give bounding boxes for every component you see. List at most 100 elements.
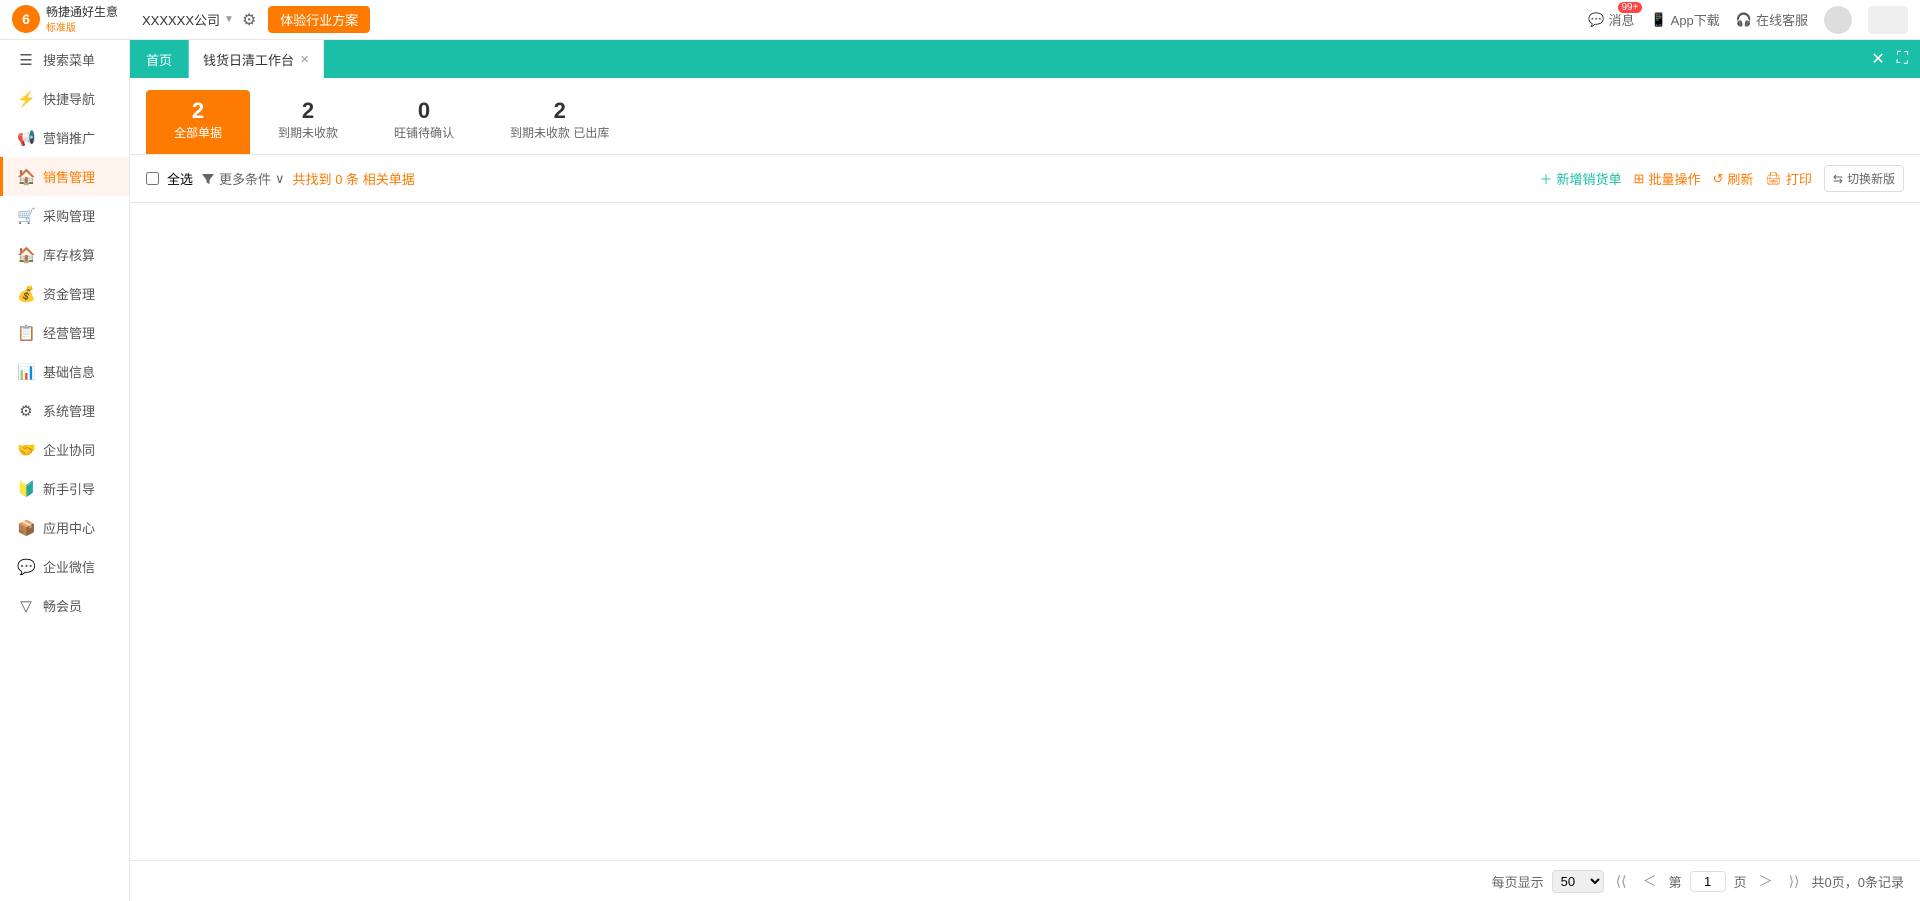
stat-count-shipped: 2 <box>510 98 609 124</box>
sidebar-item-sales[interactable]: 🏠 销售管理 <box>0 157 129 196</box>
user-name[interactable] <box>1868 6 1908 34</box>
refresh-icon: ↺ <box>1712 171 1723 187</box>
sidebar-item-app-center[interactable]: 📦 应用中心 <box>0 508 129 547</box>
page-suffix: 页 <box>1734 872 1747 891</box>
filter-icon <box>201 172 215 186</box>
sidebar-item-capital[interactable]: 💰 资金管理 <box>0 274 129 313</box>
stat-tab-pending[interactable]: 0 旺铺待确认 <box>366 90 482 154</box>
add-label: 新增销货单 <box>1557 169 1622 188</box>
refresh-button[interactable]: ↺ 刷新 <box>1712 169 1753 188</box>
online-service-button[interactable]: 🎧 在线客服 <box>1736 10 1808 29</box>
app-download-button[interactable]: 📱 App下载 <box>1650 10 1719 29</box>
stat-label-pending: 旺铺待确认 <box>394 126 454 140</box>
operations-icon: 📋 <box>17 324 35 342</box>
sales-icon: 🏠 <box>17 168 35 186</box>
sidebar-item-label: 营销推广 <box>43 128 95 147</box>
sidebar-item-enterprise[interactable]: 🤝 企业协同 <box>0 430 129 469</box>
stat-label-shipped: 到期未收款 已出库 <box>510 126 609 140</box>
expand-icon[interactable]: ⛶ <box>1893 46 1912 72</box>
logo: 6 畅捷通好生意 标准版 <box>12 5 142 34</box>
trial-button[interactable]: 体验行业方案 <box>268 6 370 33</box>
page-size-select[interactable]: 50 10 20 100 <box>1552 870 1604 893</box>
main-content: 2 全部单据 2 到期未收款 0 旺铺待确认 2 到期未收款 已出库 全选 更多… <box>130 78 1920 901</box>
sidebar-item-system[interactable]: ⚙ 系统管理 <box>0 391 129 430</box>
sidebar-item-member[interactable]: ▽ 畅会员 <box>0 586 129 625</box>
print-button[interactable]: 🖨 打印 <box>1765 169 1812 188</box>
related-label: 相关单据 <box>363 172 415 187</box>
pagination: 每页显示 50 10 20 100 ⟨⟨ ＜ 第 页 ＞ ⟩⟩ 共0页，0条记录 <box>130 860 1920 901</box>
stats-tabs: 2 全部单据 2 到期未收款 0 旺铺待确认 2 到期未收款 已出库 <box>130 78 1920 155</box>
add-order-button[interactable]: ＋ 新增销货单 <box>1540 169 1622 188</box>
toolbar-right: ＋ 新增销货单 ⊞ 批量操作 ↺ 刷新 🖨 打印 ⇆ 切换新版 <box>1540 165 1904 192</box>
stat-label-overdue: 到期未收款 <box>278 126 338 140</box>
messages-button[interactable]: 💬 消息 99+ <box>1588 10 1634 29</box>
stat-count-all: 2 <box>174 98 222 124</box>
tab-close-icon[interactable]: ✕ <box>300 53 309 66</box>
sidebar-item-basic-info[interactable]: 📊 基础信息 <box>0 352 129 391</box>
found-count: 共找到 0 条 相关单据 <box>293 169 415 188</box>
filter-button[interactable]: 更多条件 ∨ <box>201 169 285 188</box>
found-number: 0 <box>335 172 342 187</box>
page-input[interactable] <box>1690 871 1726 892</box>
guide-icon: 🔰 <box>17 480 35 498</box>
first-page-button[interactable]: ⟨⟨ <box>1612 871 1631 892</box>
next-page-button[interactable]: ＞ <box>1755 869 1777 893</box>
switch-version-button[interactable]: ⇆ 切换新版 <box>1824 165 1904 192</box>
basic-info-icon: 📊 <box>17 363 35 381</box>
tab-workbench[interactable]: 钱货日清工作台 ✕ <box>189 40 324 78</box>
sidebar-item-wechat[interactable]: 💬 企业微信 <box>0 547 129 586</box>
sidebar-item-label: 系统管理 <box>43 401 95 420</box>
search-menu-icon: ☰ <box>17 51 35 69</box>
stat-label-all: 全部单据 <box>174 126 222 140</box>
sidebar-item-label: 企业协同 <box>43 440 95 459</box>
service-icon: 🎧 <box>1736 12 1752 28</box>
wechat-icon: 💬 <box>17 558 35 576</box>
settings-icon[interactable]: ⚙ <box>242 10 256 30</box>
stat-tab-shipped[interactable]: 2 到期未收款 已出库 <box>482 90 637 154</box>
message-icon: 💬 <box>1588 12 1604 28</box>
sidebar-item-label: 快捷导航 <box>43 89 95 108</box>
tab-bar: 首页 钱货日清工作台 ✕ ✕ ⛶ <box>130 40 1920 78</box>
stat-count-pending: 0 <box>394 98 454 124</box>
sidebar-item-label: 畅会员 <box>43 596 82 615</box>
sidebar-item-quick-nav[interactable]: ⚡ 快捷导航 <box>0 79 129 118</box>
batch-button[interactable]: ⊞ 批量操作 <box>1634 169 1701 188</box>
prev-page-button[interactable]: ＜ <box>1639 869 1661 893</box>
stat-count-overdue: 2 <box>278 98 338 124</box>
company-selector[interactable]: XXXXXX公司 ▼ <box>142 10 234 29</box>
tab-home[interactable]: 首页 <box>130 40 189 78</box>
batch-label: 批量操作 <box>1648 169 1700 188</box>
sidebar-item-label: 经营管理 <box>43 323 95 342</box>
last-page-button[interactable]: ⟩⟩ <box>1785 871 1804 892</box>
tab-label: 钱货日清工作台 <box>203 50 294 69</box>
toolbar: 全选 更多条件 ∨ 共找到 0 条 相关单据 ＋ 新增销货单 ⊞ 批量操作 <box>130 155 1920 203</box>
app-label: App下载 <box>1671 10 1720 29</box>
sidebar-item-operations[interactable]: 📋 经营管理 <box>0 313 129 352</box>
sidebar-item-marketing[interactable]: 📢 营销推广 <box>0 118 129 157</box>
sidebar-item-label: 应用中心 <box>43 518 95 537</box>
top-bar: 6 畅捷通好生意 标准版 XXXXXX公司 ▼ ⚙ 体验行业方案 💬 消息 99… <box>0 0 1920 40</box>
sidebar-item-inventory[interactable]: 🏠 库存核算 <box>0 235 129 274</box>
switch-icon: ⇆ <box>1833 172 1843 186</box>
stat-tab-all[interactable]: 2 全部单据 <box>146 90 250 154</box>
system-icon: ⚙ <box>17 402 35 420</box>
avatar[interactable] <box>1824 6 1852 34</box>
sidebar-item-label: 搜索菜单 <box>43 50 95 69</box>
logo-text: 畅捷通好生意 <box>46 5 118 19</box>
sidebar-item-label: 销售管理 <box>43 167 95 186</box>
inventory-icon: 🏠 <box>17 246 35 264</box>
table-area <box>130 203 1920 860</box>
select-all-checkbox[interactable] <box>146 172 159 185</box>
print-icon: 🖨 <box>1765 171 1782 187</box>
stat-tab-overdue[interactable]: 2 到期未收款 <box>250 90 366 154</box>
tab-bar-actions: ✕ ⛶ <box>1859 40 1920 78</box>
switch-label: 切换新版 <box>1847 170 1895 187</box>
close-tab-icon[interactable]: ✕ <box>1867 45 1888 73</box>
sidebar-item-purchase[interactable]: 🛒 采购管理 <box>0 196 129 235</box>
member-icon: ▽ <box>17 597 35 615</box>
sidebar-item-search-menu[interactable]: ☰ 搜索菜单 <box>0 40 129 79</box>
sidebar-item-label: 基础信息 <box>43 362 95 381</box>
sidebar-item-guide[interactable]: 🔰 新手引导 <box>0 469 129 508</box>
capital-icon: 💰 <box>17 285 35 303</box>
sidebar: ☰ 搜索菜单 ⚡ 快捷导航 📢 营销推广 🏠 销售管理 🛒 采购管理 🏠 库存核… <box>0 40 130 901</box>
